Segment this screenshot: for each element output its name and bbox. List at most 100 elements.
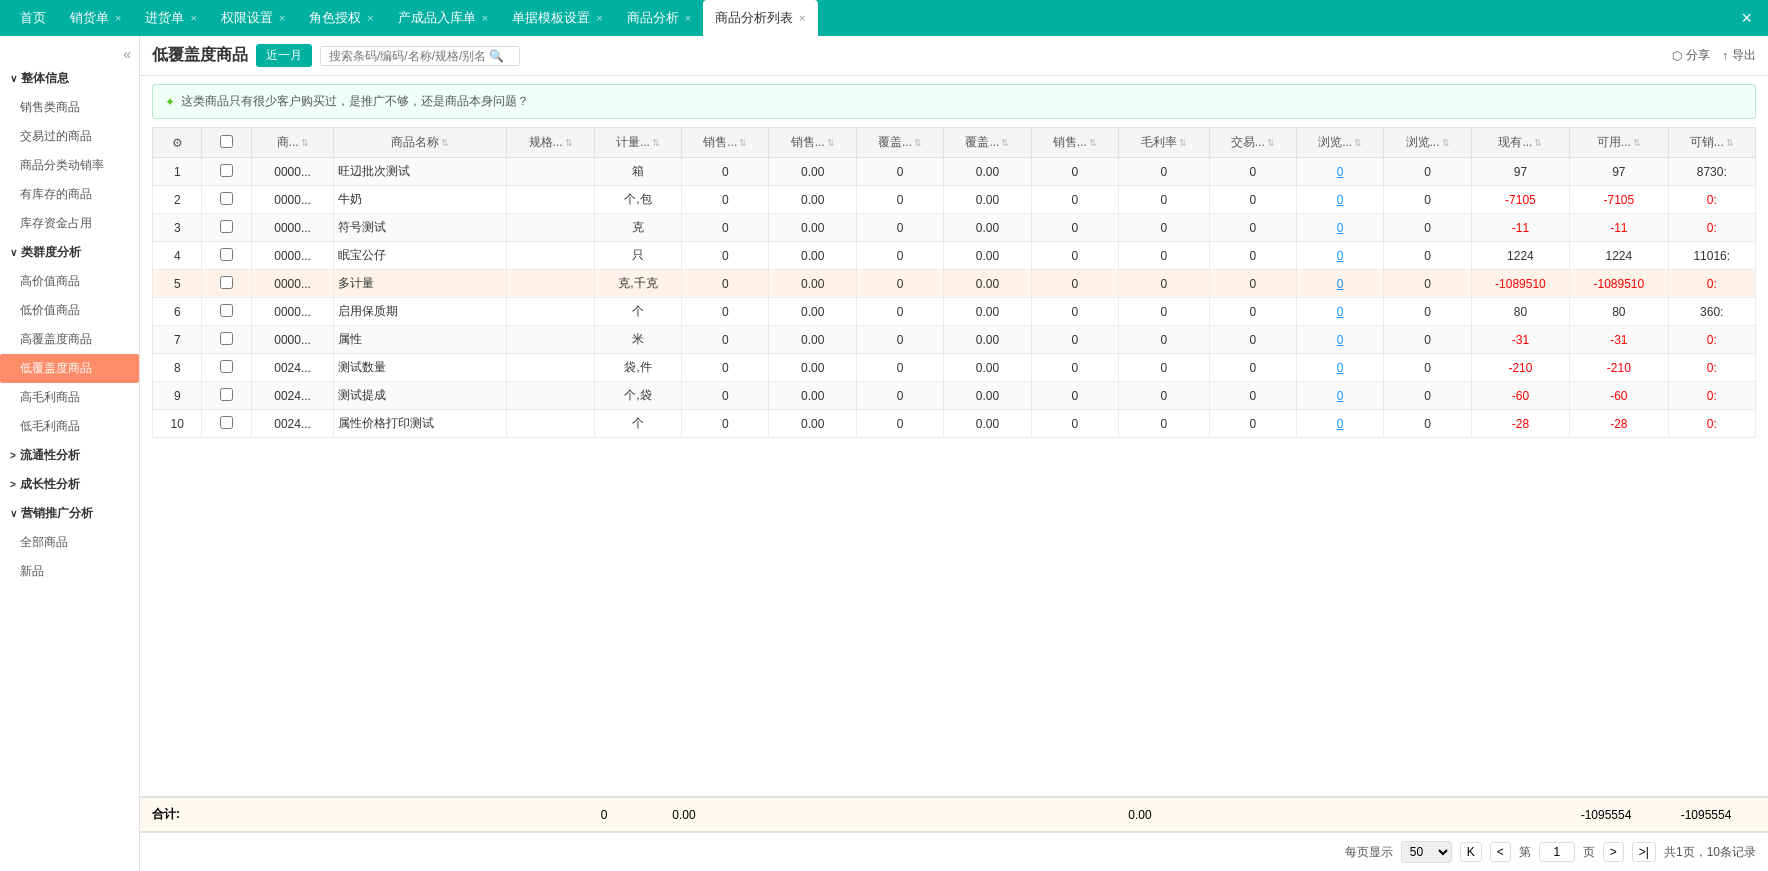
col-unit[interactable]: 计量...⇅: [594, 128, 681, 158]
col-settings[interactable]: ⚙: [153, 128, 202, 158]
row-select-checkbox[interactable]: [220, 248, 233, 261]
col-code[interactable]: 商...⇅: [251, 128, 333, 158]
col-cover2[interactable]: 覆盖...⇅: [944, 128, 1031, 158]
row-browse1[interactable]: 0: [1296, 382, 1383, 410]
page-number-input[interactable]: [1539, 842, 1575, 862]
close-tab-products-in[interactable]: ×: [482, 12, 488, 24]
col-stock2[interactable]: 可用...⇅: [1570, 128, 1668, 158]
sidebar-collapse-button[interactable]: «: [123, 46, 131, 62]
row-checkbox[interactable]: [202, 186, 251, 214]
close-tab-permissions[interactable]: ×: [279, 12, 285, 24]
sidebar-section-flow[interactable]: > 流通性分析: [0, 441, 139, 470]
sidebar-section-growth[interactable]: > 成长性分析: [0, 470, 139, 499]
close-tab-roles[interactable]: ×: [367, 12, 373, 24]
share-icon: ⬡: [1672, 49, 1682, 63]
close-tab-goods-analysis[interactable]: ×: [685, 12, 691, 24]
nav-tab-sales[interactable]: 销货单 ×: [58, 0, 133, 36]
col-sales3[interactable]: 销售...⇅: [1031, 128, 1118, 158]
sidebar-item-stocked-goods[interactable]: 有库存的商品: [0, 180, 139, 209]
nav-tab-permissions[interactable]: 权限设置 ×: [209, 0, 297, 36]
row-cover2: 0.00: [944, 214, 1031, 242]
sidebar-item-stock-funds[interactable]: 库存资金占用: [0, 209, 139, 238]
sidebar-item-low-value[interactable]: 低价值商品: [0, 296, 139, 325]
row-checkbox[interactable]: [202, 242, 251, 270]
row-select-checkbox[interactable]: [220, 276, 233, 289]
export-button[interactable]: ↑ 导出: [1722, 47, 1756, 64]
row-sales3: 0: [1031, 270, 1118, 298]
sidebar-item-category-rate[interactable]: 商品分类动销率: [0, 151, 139, 180]
select-all-checkbox[interactable]: [220, 135, 233, 148]
col-gross[interactable]: 毛利率⇅: [1118, 128, 1209, 158]
nav-tab-purchase[interactable]: 进货单 ×: [133, 0, 208, 36]
nav-tab-templates[interactable]: 单据模板设置 ×: [500, 0, 614, 36]
col-browse1[interactable]: 浏览...⇅: [1296, 128, 1383, 158]
col-sales-amt[interactable]: 销售...⇅: [769, 128, 856, 158]
col-cover1[interactable]: 覆盖...⇅: [856, 128, 943, 158]
row-browse1[interactable]: 0: [1296, 242, 1383, 270]
col-stock1[interactable]: 现有...⇅: [1471, 128, 1569, 158]
close-tab-templates[interactable]: ×: [596, 12, 602, 24]
nav-tab-products-in[interactable]: 产成品入库单 ×: [386, 0, 500, 36]
nav-tab-home[interactable]: 首页: [8, 0, 58, 36]
sidebar-item-traded-goods[interactable]: 交易过的商品: [0, 122, 139, 151]
sidebar-item-low-coverage[interactable]: 低覆盖度商品: [0, 354, 139, 383]
col-stock3[interactable]: 可销...⇅: [1668, 128, 1755, 158]
close-tab-goods-list[interactable]: ×: [799, 12, 805, 24]
search-icon[interactable]: 🔍: [489, 49, 504, 63]
row-checkbox[interactable]: [202, 158, 251, 186]
row-select-checkbox[interactable]: [220, 220, 233, 233]
nav-tab-goods-list[interactable]: 商品分析列表 ×: [703, 0, 817, 36]
row-browse1[interactable]: 0: [1296, 270, 1383, 298]
col-trade[interactable]: 交易...⇅: [1209, 128, 1296, 158]
sidebar-item-low-margin[interactable]: 低毛利商品: [0, 412, 139, 441]
sidebar-item-high-coverage[interactable]: 高覆盖度商品: [0, 325, 139, 354]
sidebar-item-all-goods[interactable]: 全部商品: [0, 528, 139, 557]
row-select-checkbox[interactable]: [220, 192, 233, 205]
col-name[interactable]: 商品名称⇅: [334, 128, 507, 158]
row-select-checkbox[interactable]: [220, 360, 233, 373]
sidebar-item-high-margin[interactable]: 高毛利商品: [0, 383, 139, 412]
next-page-button[interactable]: >: [1603, 842, 1624, 862]
row-browse1[interactable]: 0: [1296, 326, 1383, 354]
sidebar-item-high-value[interactable]: 高价值商品: [0, 267, 139, 296]
first-page-button[interactable]: K: [1460, 842, 1482, 862]
col-browse2[interactable]: 浏览...⇅: [1384, 128, 1471, 158]
prev-page-button[interactable]: <: [1490, 842, 1511, 862]
row-checkbox[interactable]: [202, 410, 251, 438]
row-select-checkbox[interactable]: [220, 416, 233, 429]
col-spec[interactable]: 规格...⇅: [507, 128, 594, 158]
col-checkbox[interactable]: [202, 128, 251, 158]
col-sales-qty[interactable]: 销售...⇅: [682, 128, 769, 158]
row-checkbox[interactable]: [202, 354, 251, 382]
close-tab-purchase[interactable]: ×: [190, 12, 196, 24]
row-browse1[interactable]: 0: [1296, 410, 1383, 438]
row-select-checkbox[interactable]: [220, 164, 233, 177]
row-browse1[interactable]: 0: [1296, 354, 1383, 382]
last-page-button[interactable]: >|: [1632, 842, 1656, 862]
row-browse1[interactable]: 0: [1296, 298, 1383, 326]
search-input[interactable]: [329, 49, 489, 63]
sidebar-item-new-goods[interactable]: 新品: [0, 557, 139, 586]
row-select-checkbox[interactable]: [220, 304, 233, 317]
per-page-select[interactable]: 50 10 20 100: [1401, 841, 1452, 863]
sidebar-section-overall[interactable]: ∨ 整体信息: [0, 64, 139, 93]
row-checkbox[interactable]: [202, 382, 251, 410]
row-checkbox[interactable]: [202, 214, 251, 242]
row-checkbox[interactable]: [202, 326, 251, 354]
nav-tab-roles[interactable]: 角色授权 ×: [297, 0, 385, 36]
close-tab-sales[interactable]: ×: [115, 12, 121, 24]
row-browse1[interactable]: 0: [1296, 214, 1383, 242]
period-button[interactable]: 近一月: [256, 44, 312, 67]
nav-tab-goods-analysis[interactable]: 商品分析 ×: [615, 0, 703, 36]
row-select-checkbox[interactable]: [220, 332, 233, 345]
sidebar-item-sales-goods[interactable]: 销售类商品: [0, 93, 139, 122]
close-window-button[interactable]: ×: [1733, 8, 1760, 29]
row-checkbox[interactable]: [202, 298, 251, 326]
row-browse1[interactable]: 0: [1296, 158, 1383, 186]
sidebar-section-cluster[interactable]: ∨ 类群度分析: [0, 238, 139, 267]
row-checkbox[interactable]: [202, 270, 251, 298]
row-browse1[interactable]: 0: [1296, 186, 1383, 214]
sidebar-section-marketing[interactable]: ∨ 营销推广分析: [0, 499, 139, 528]
row-select-checkbox[interactable]: [220, 388, 233, 401]
share-button[interactable]: ⬡ 分享: [1672, 47, 1710, 64]
